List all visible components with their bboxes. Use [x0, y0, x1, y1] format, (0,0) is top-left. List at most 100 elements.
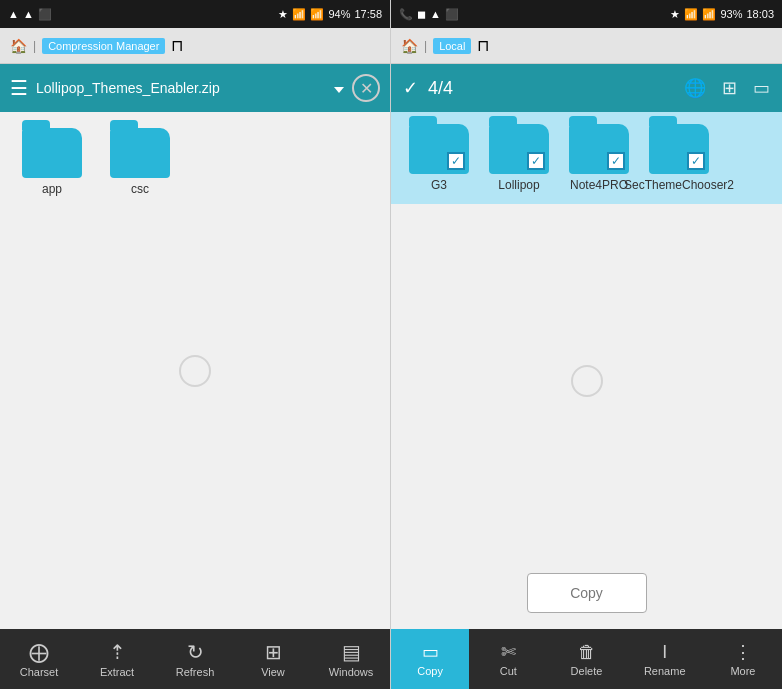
home-icon[interactable]: 🏠 [10, 38, 27, 54]
charset-label: Charset [20, 666, 59, 678]
copy-dest-label: Copy [570, 585, 603, 601]
extract-icon: ⇡ [109, 640, 126, 664]
status-left-icons: ▲ ▲ ⬛ [8, 8, 52, 21]
folder-g3[interactable]: ✓ G3 [403, 124, 475, 192]
photo-icon: ◼ [417, 8, 426, 21]
select-count: 4/4 [428, 78, 674, 99]
app-icon-box: ⬛ [38, 8, 52, 21]
selected-files-grid: ✓ G3 ✓ Lollipop ✓ Note4PRO ✓ SecThemeCho… [391, 112, 782, 204]
folder-label-sectheme: SecThemeChooser2 [624, 178, 734, 192]
check-all-icon[interactable]: ✓ [403, 77, 418, 99]
globe-icon[interactable]: 🌐 [684, 77, 706, 99]
extract-label: Extract [100, 666, 134, 678]
folder-label-lollipop: Lollipop [498, 178, 539, 192]
battery-level-r: 93% [720, 8, 742, 20]
copy-action-button[interactable]: ▭ Copy [391, 629, 469, 689]
title-bar-left: ☰ Lollipop_Themes_Enabler.zip ✕ [0, 64, 390, 112]
clock: 17:58 [354, 8, 382, 20]
refresh-label: Refresh [176, 666, 215, 678]
phone-icon: 📞 [399, 8, 413, 21]
rename-action-label: Rename [644, 665, 686, 677]
breadcrumb-label[interactable]: Compression Manager [42, 38, 165, 54]
status-right-left-icons: 📞 ◼ ▲ ⬛ [399, 8, 459, 21]
copy-action-icon: ▭ [422, 641, 439, 663]
cut-action-button[interactable]: ✄ Cut [469, 629, 547, 689]
select-all-icon[interactable]: ▭ [753, 77, 770, 99]
wifi-icon: 📶 [292, 8, 306, 21]
breadcrumb-copy-icon: ⊓ [171, 36, 183, 55]
folder-app[interactable]: app [16, 128, 88, 196]
signal-icon: 📶 [310, 8, 324, 21]
rename-action-button[interactable]: I Rename [626, 629, 704, 689]
bottom-toolbar-left: ⨁ Charset ⇡ Extract ↻ Refresh ⊞ View ▤ W… [0, 629, 390, 689]
check-overlay-note4pro: ✓ [607, 152, 625, 170]
check-overlay-lollipop: ✓ [527, 152, 545, 170]
breadcrumb-left: 🏠 | Compression Manager ⊓ [0, 28, 390, 64]
charset-button[interactable]: ⨁ Charset [14, 640, 64, 678]
folder-icon-note4pro: ✓ [569, 124, 629, 174]
home-icon-r[interactable]: 🏠 [401, 38, 418, 54]
breadcrumb-separator: | [33, 39, 36, 53]
folder-sectheme[interactable]: ✓ SecThemeChooser2 [643, 124, 715, 192]
breadcrumb-right: 🏠 | Local ⊓ [391, 28, 782, 64]
folder-csc[interactable]: csc [104, 128, 176, 196]
delete-action-icon: 🗑 [578, 642, 596, 663]
warning-icon: ▲ [8, 8, 19, 20]
grid-icon[interactable]: ⊞ [722, 77, 737, 99]
view-icon: ⊞ [265, 640, 282, 664]
folder-label-csc: csc [131, 182, 149, 196]
bluetooth-icon-r: ★ [670, 8, 680, 21]
folder-label-note4pro: Note4PRO [570, 178, 628, 192]
rename-action-icon: I [662, 642, 667, 663]
close-button[interactable]: ✕ [352, 74, 380, 102]
empty-area-right [391, 204, 782, 557]
file-grid-left: app csc [16, 128, 374, 196]
signal-icon-r: 📶 [702, 8, 716, 21]
center-circle-right [571, 365, 603, 397]
battery-level: 94% [328, 8, 350, 20]
status-bar-right: 📞 ◼ ▲ ⬛ ★ 📶 📶 93% 18:03 [391, 0, 782, 28]
check-overlay-sectheme: ✓ [687, 152, 705, 170]
close-icon: ✕ [360, 79, 373, 98]
folder-icon-app [22, 128, 82, 178]
warning-icon-r: ▲ [430, 8, 441, 20]
copy-destination-area: Copy [391, 557, 782, 629]
windows-button[interactable]: ▤ Windows [326, 640, 376, 678]
copy-destination-button[interactable]: Copy [527, 573, 647, 613]
folder-lollipop[interactable]: ✓ Lollipop [483, 124, 555, 192]
folder-icon-g3: ✓ [409, 124, 469, 174]
status-right-icons: ★ 📶 📶 94% 17:58 [278, 8, 382, 21]
more-action-label: More [730, 665, 755, 677]
folder-label-g3: G3 [431, 178, 447, 192]
right-toolbar-icons: 🌐 ⊞ ▭ [684, 77, 770, 99]
title-bar-right: ✓ 4/4 🌐 ⊞ ▭ [391, 64, 782, 112]
breadcrumb-copy-icon-r: ⊓ [477, 36, 489, 55]
folder-icon-sectheme: ✓ [649, 124, 709, 174]
breadcrumb-separator-r: | [424, 39, 427, 53]
bluetooth-icon: ★ [278, 8, 288, 21]
more-action-button[interactable]: ⋮ More [704, 629, 782, 689]
delete-action-label: Delete [571, 665, 603, 677]
folder-icon-csc [110, 128, 170, 178]
warning-icon-2: ▲ [23, 8, 34, 20]
copy-action-label: Copy [417, 665, 443, 677]
cut-action-icon: ✄ [501, 641, 516, 663]
refresh-button[interactable]: ↻ Refresh [170, 640, 220, 678]
folder-label-app: app [42, 182, 62, 196]
refresh-icon: ↻ [187, 640, 204, 664]
breadcrumb-label-r[interactable]: Local [433, 38, 471, 54]
status-right-right-icons: ★ 📶 📶 93% 18:03 [670, 8, 774, 21]
file-area-left: app csc [0, 112, 390, 629]
bottom-toolbar-right: ▭ Copy ✄ Cut 🗑 Delete I Rename ⋮ More [391, 629, 782, 689]
extract-button[interactable]: ⇡ Extract [92, 640, 142, 678]
view-label: View [261, 666, 285, 678]
hamburger-menu[interactable]: ☰ [10, 76, 28, 100]
windows-icon: ▤ [342, 640, 361, 664]
delete-action-button[interactable]: 🗑 Delete [547, 629, 625, 689]
wifi-icon-r: 📶 [684, 8, 698, 21]
windows-label: Windows [329, 666, 374, 678]
view-button[interactable]: ⊞ View [248, 640, 298, 678]
cut-action-label: Cut [500, 665, 517, 677]
dropdown-triangle [332, 79, 344, 97]
center-circle-left [179, 355, 211, 387]
